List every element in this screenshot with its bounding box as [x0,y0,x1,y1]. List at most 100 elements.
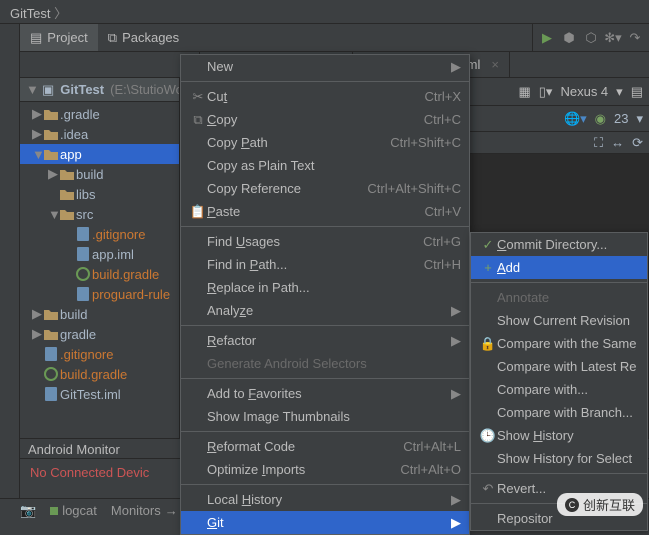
tree-row[interactable]: ▶gradle [20,324,179,344]
tree-row[interactable]: ▶build [20,304,179,324]
tree-row[interactable]: ▶build [20,164,179,184]
menu-item[interactable]: 🔒Compare with the Same [471,332,647,355]
menu-item[interactable]: Copy Reference Ctrl+Alt+Shift+C [181,177,469,200]
menu-icon: ✓ [479,237,497,253]
palette-icon[interactable]: ▦ [518,84,530,100]
file-txt-icon [76,247,90,261]
menu-label: Copy Reference [207,181,349,196]
menu-item[interactable]: Copy PathCtrl+Shift+C [181,131,469,154]
menu-item[interactable]: Show Image Thumbnails [181,405,469,428]
gear-icon[interactable]: ✻▾ [603,28,623,48]
menu-icon: 📋 [189,204,207,220]
tree-row[interactable]: GitTest.iml [20,384,179,404]
device-selector[interactable]: Nexus 4 [560,84,608,99]
tree-row[interactable]: ▶.idea [20,124,179,144]
menu-item[interactable]: Compare with... [471,378,647,401]
menu-item[interactable]: Optimize ImportsCtrl+Alt+O [181,458,469,481]
tree-row[interactable]: libs [20,184,179,204]
tree-row[interactable]: .gitignore [20,224,179,244]
context-menu-git[interactable]: ✓Commit Directory...+AddAnnotateShow Cur… [470,232,648,531]
menu-item[interactable]: Local History▶ [181,488,469,511]
packages-tab[interactable]: ⧉ Packages [98,24,189,51]
menu-label: Generate Android Selectors [207,356,461,371]
attach-icon[interactable]: ⬡ [581,28,601,48]
submenu-arrow-icon: ▶ [451,515,461,531]
menu-item[interactable]: Git▶ [181,511,469,534]
monitors-label: Monitors [111,503,161,518]
globe-icon[interactable]: 🌐▾ [564,111,587,127]
menu-label: Show History for Select [497,451,639,466]
monitors-tab[interactable]: Monitors → [111,503,178,518]
zoom-out-icon[interactable]: ↔ [611,135,624,150]
tree-label: gradle [60,327,96,342]
menu-item[interactable]: ✓Commit Directory... [471,233,647,256]
menu-item[interactable]: Reformat CodeCtrl+Alt+L [181,435,469,458]
zoom-fit-icon[interactable]: ⛶ [594,135,603,151]
tree-label: build [76,167,103,182]
menu-item[interactable]: Show Current Revision [471,309,647,332]
menu-label: Compare with Branch... [497,405,639,420]
menu-item[interactable]: Refactor▶ [181,329,469,352]
logcat-tab[interactable]: logcat [50,503,97,518]
menu-icon: 🔒 [479,336,497,352]
tree-row[interactable]: proguard-rule [20,284,179,304]
camera-icon[interactable]: 📷 [20,503,36,519]
api-selector[interactable]: 23 [614,111,628,126]
menu-label: Replace in Path... [207,280,461,295]
tree-row[interactable]: ▶.gradle [20,104,179,124]
menu-item[interactable]: Find UsagesCtrl+G [181,230,469,253]
phone-icon[interactable]: ▯▾ [539,84,553,100]
menu-item[interactable]: 🕒Show History [471,424,647,447]
menu-shortcut: Ctrl+Alt+Shift+C [367,181,461,196]
menu-icon: ⧉ [189,112,207,128]
menu-item[interactable]: New▶ [181,55,469,78]
menu-shortcut: Ctrl+C [424,112,461,127]
tree-label: app [60,147,82,162]
menu-item[interactable]: +Add [471,256,647,279]
theme-icon[interactable]: ▤ [631,84,643,100]
tree-label: proguard-rule [92,287,170,302]
watermark: C 创新互联 [557,493,643,516]
refresh-icon[interactable]: ⟳ [632,135,643,151]
menu-item[interactable]: ⧉CopyCtrl+C [181,108,469,131]
menu-item[interactable]: 📋PasteCtrl+V [181,200,469,223]
project-tree[interactable]: ▶.gradle▶.idea▼app▶buildlibs▼src.gitigno… [20,102,179,406]
debug-icon[interactable]: ⬢ [559,28,579,48]
menu-item[interactable]: Analyze▶ [181,299,469,322]
menu-label: Add [497,260,639,275]
tree-row[interactable]: .gitignore [20,344,179,364]
menu-label: Compare with the Same [497,336,639,351]
tree-row[interactable]: app.iml [20,244,179,264]
project-root-icon: ▣ [42,82,54,98]
menu-item[interactable]: Copy as Plain Text [181,154,469,177]
folder-icon [60,187,74,201]
menu-label: Paste [207,204,407,219]
tool-window-tabs: ▤ Project ⧉ Packages ▶ ⬢ ⬡ ✻▾ ↷ [20,24,649,52]
tree-row[interactable]: ▼app [20,144,179,164]
context-menu-main[interactable]: New▶ ✂CutCtrl+X⧉CopyCtrl+CCopy PathCtrl+S… [180,54,470,535]
menu-icon: + [479,260,497,275]
menu-item[interactable]: Find in Path...Ctrl+H [181,253,469,276]
menu-item[interactable]: Add to Favorites▶ [181,382,469,405]
menu-icon: ↶ [479,481,497,497]
tree-row[interactable]: build.gradle [20,264,179,284]
tree-row[interactable]: build.gradle [20,364,179,384]
play-icon[interactable]: ▶ [537,28,557,48]
submenu-arrow-icon: ▶ [451,333,461,349]
menu-item[interactable]: ✂CutCtrl+X [181,85,469,108]
folder-icon [44,107,58,121]
close-icon[interactable]: × [491,57,499,72]
chevron-down-icon: ▼ [26,82,36,97]
menu-item[interactable]: Compare with Branch... [471,401,647,424]
project-icon: ▤ [30,30,42,46]
menu-item[interactable]: Compare with Latest Re [471,355,647,378]
project-tab[interactable]: ▤ Project [20,24,98,51]
tree-header-row[interactable]: ▼ ▣ GitTest (E:\StutioWo [20,78,179,102]
sync-icon[interactable]: ↷ [625,28,645,48]
menu-item[interactable]: Replace in Path... [181,276,469,299]
tree-row[interactable]: ▼src [20,204,179,224]
folder-icon [44,147,58,161]
menu-item[interactable]: Show History for Select [471,447,647,470]
tree-label: build.gradle [92,267,159,282]
file-gradle-icon [44,367,58,381]
